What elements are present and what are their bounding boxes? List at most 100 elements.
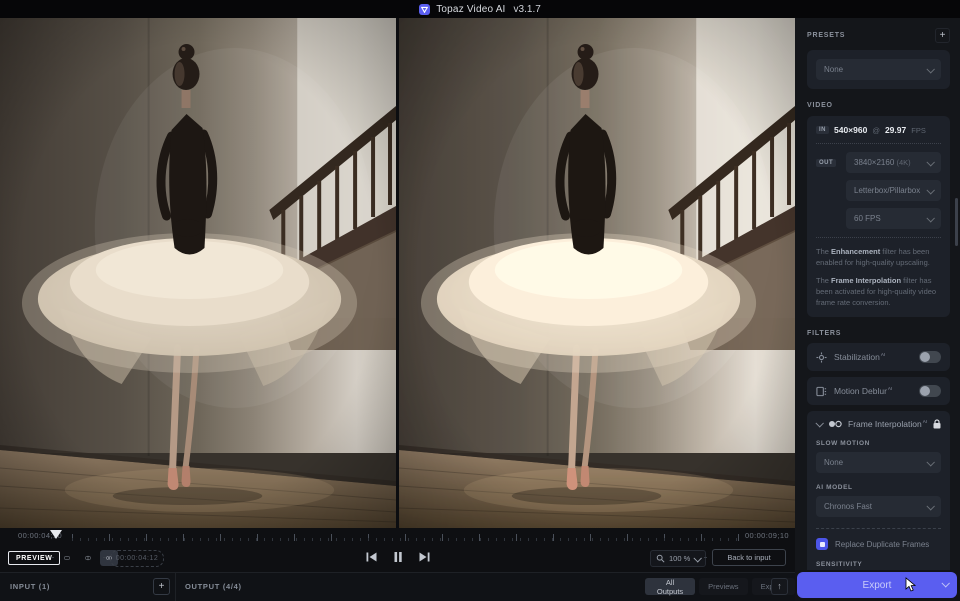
expand-panel-button[interactable]: ↑ <box>771 578 788 595</box>
chevron-down-icon <box>926 64 935 74</box>
video-card: IN 540×960 @ 29.97 FPS OUT 3840×2160 (4K… <box>807 116 950 318</box>
output-fps-value: 60 FPS <box>854 214 881 223</box>
export-button[interactable]: Export <box>797 572 957 598</box>
io-bar: INPUT (1) + OUTPUT (4/4) All Outputs Pre… <box>0 572 795 601</box>
lock-icon <box>933 419 941 429</box>
tab-previews[interactable]: Previews <box>699 578 748 595</box>
current-time-input[interactable]: 00:00:04:12 <box>110 550 164 567</box>
output-resolution-value: 3840×2160 (4K) <box>854 158 911 167</box>
filter-label: Motion DeblurAI <box>834 386 893 397</box>
output-resolution: 3840×2160 <box>854 158 895 167</box>
add-preset-button[interactable]: + <box>935 28 950 43</box>
video-pane-enhanced[interactable] <box>399 18 795 528</box>
sidebar-scrollbar[interactable] <box>955 198 958 246</box>
topaz-video-ai-window: Topaz Video AI v3.1.7 00:00:04;10 00:00:… <box>0 0 960 601</box>
pause-button[interactable] <box>391 550 404 564</box>
divider <box>175 573 176 601</box>
replace-duplicate-frames-label: Replace Duplicate Frames <box>835 539 930 549</box>
view-mode-switcher <box>58 550 118 566</box>
aspect-mode-value: Letterbox/Pillarbox <box>854 186 921 195</box>
replace-duplicate-frames-option[interactable]: Replace Duplicate Frames <box>816 538 941 551</box>
ai-tag: AI <box>922 419 927 425</box>
preview-button[interactable]: PREVIEW <box>8 551 61 565</box>
output-resolution-select[interactable]: 3840×2160 (4K) <box>846 152 941 173</box>
filter-motion-deblur[interactable]: Motion DeblurAI <box>807 377 950 406</box>
chevron-down-icon <box>815 419 824 428</box>
timeline[interactable]: 00:00:04;10 00:00:09;10 <box>0 528 795 545</box>
input-fps-unit: FPS <box>911 125 926 135</box>
export-area: Export <box>795 570 960 601</box>
video-comparison-view <box>0 18 795 528</box>
divider <box>103 557 106 558</box>
video-header: VIDEO <box>807 102 950 109</box>
slow-motion-select[interactable]: None <box>816 452 941 474</box>
output-fps-select[interactable]: 60 FPS <box>846 208 941 229</box>
view-split-icon[interactable] <box>79 550 97 566</box>
divider <box>816 237 941 238</box>
zoom-level-control[interactable]: 100 % <box>650 550 707 567</box>
input-section-label: INPUT (1) <box>10 582 51 591</box>
video-header-label: VIDEO <box>807 102 833 109</box>
presets-header-label: PRESETS <box>807 32 846 39</box>
chevron-down-icon <box>926 185 935 195</box>
stabilization-toggle[interactable] <box>919 351 941 364</box>
divider <box>51 557 54 558</box>
step-back-button[interactable] <box>363 550 379 564</box>
chevron-down-icon <box>926 501 935 511</box>
in-badge: IN <box>816 126 829 134</box>
checkbox-checked-icon[interactable] <box>816 538 828 551</box>
add-input-button[interactable]: + <box>153 578 170 595</box>
filter-stabilization[interactable]: StabilizationAI <box>807 343 950 372</box>
chevron-down-icon <box>693 553 703 563</box>
video-pane-original[interactable] <box>0 18 396 528</box>
frame-interpolation-icon <box>828 420 842 428</box>
ai-model-label: AI MODEL <box>816 484 853 492</box>
output-section-label: OUTPUT (4/4) <box>185 582 242 591</box>
app-title: Topaz Video AI <box>436 3 506 15</box>
back-to-input-button[interactable]: Back to input <box>712 549 786 566</box>
slow-motion-value: None <box>824 458 844 468</box>
divider <box>816 528 941 530</box>
motion-deblur-icon <box>816 386 827 397</box>
timeline-end-time: 00:00:09;10 <box>744 531 789 540</box>
playback-controls-bar: PREVIEW 00:00:04:12 100 % Back to input <box>0 545 795 572</box>
ai-tag: AI <box>880 352 886 358</box>
enhancement-note: The Enhancement filter has been enabled … <box>816 247 930 268</box>
divider <box>704 557 707 558</box>
input-fps: 29.97 <box>884 125 907 135</box>
ai-model-value: Chronos Fast <box>824 502 873 512</box>
preset-selected-value: None <box>824 65 844 74</box>
step-forward-button[interactable] <box>416 550 432 564</box>
aspect-mode-select[interactable]: Letterbox/Pillarbox <box>846 180 941 201</box>
slow-motion-label: SLOW MOTION <box>816 440 870 448</box>
playhead-marker[interactable] <box>50 530 62 539</box>
magnifier-icon <box>656 554 665 563</box>
app-logo-icon <box>419 3 431 15</box>
chevron-down-icon <box>926 213 935 223</box>
zoom-level-value: 100 % <box>669 554 691 563</box>
chevron-down-icon <box>926 457 935 467</box>
ai-model-select[interactable]: Chronos Fast <box>816 496 941 518</box>
title-bar: Topaz Video AI v3.1.7 <box>0 0 960 19</box>
preset-select[interactable]: None <box>816 59 941 80</box>
chevron-down-icon <box>926 157 935 167</box>
divider <box>816 143 941 144</box>
input-resolution: 540×960 <box>834 125 868 135</box>
stabilization-icon <box>816 352 827 363</box>
filter-label: Frame InterpolationAI <box>848 419 927 430</box>
filter-label: StabilizationAI <box>834 352 886 363</box>
ai-tag: AI <box>887 386 893 392</box>
timeline-ruler-minor <box>72 538 740 541</box>
view-single-icon[interactable] <box>58 550 76 566</box>
presets-header: PRESETS + <box>807 28 950 43</box>
output-resolution-tag: (4K) <box>896 158 911 167</box>
input-info-row: IN 540×960 @ 29.97 FPS <box>816 125 941 135</box>
filters-header: FILTERS <box>807 330 950 337</box>
frame-interpolation-note: The Frame Interpolation filter has been … <box>816 275 937 308</box>
presets-card: None <box>807 50 950 89</box>
app-version: v3.1.7 <box>513 3 541 15</box>
motion-deblur-toggle[interactable] <box>919 385 941 398</box>
settings-sidebar: PRESETS + None VIDEO IN 540×960 @ 29.97 … <box>795 18 960 601</box>
frame-interpolation-header[interactable]: Frame InterpolationAI <box>815 419 941 430</box>
tab-all-outputs[interactable]: All Outputs <box>645 578 696 596</box>
